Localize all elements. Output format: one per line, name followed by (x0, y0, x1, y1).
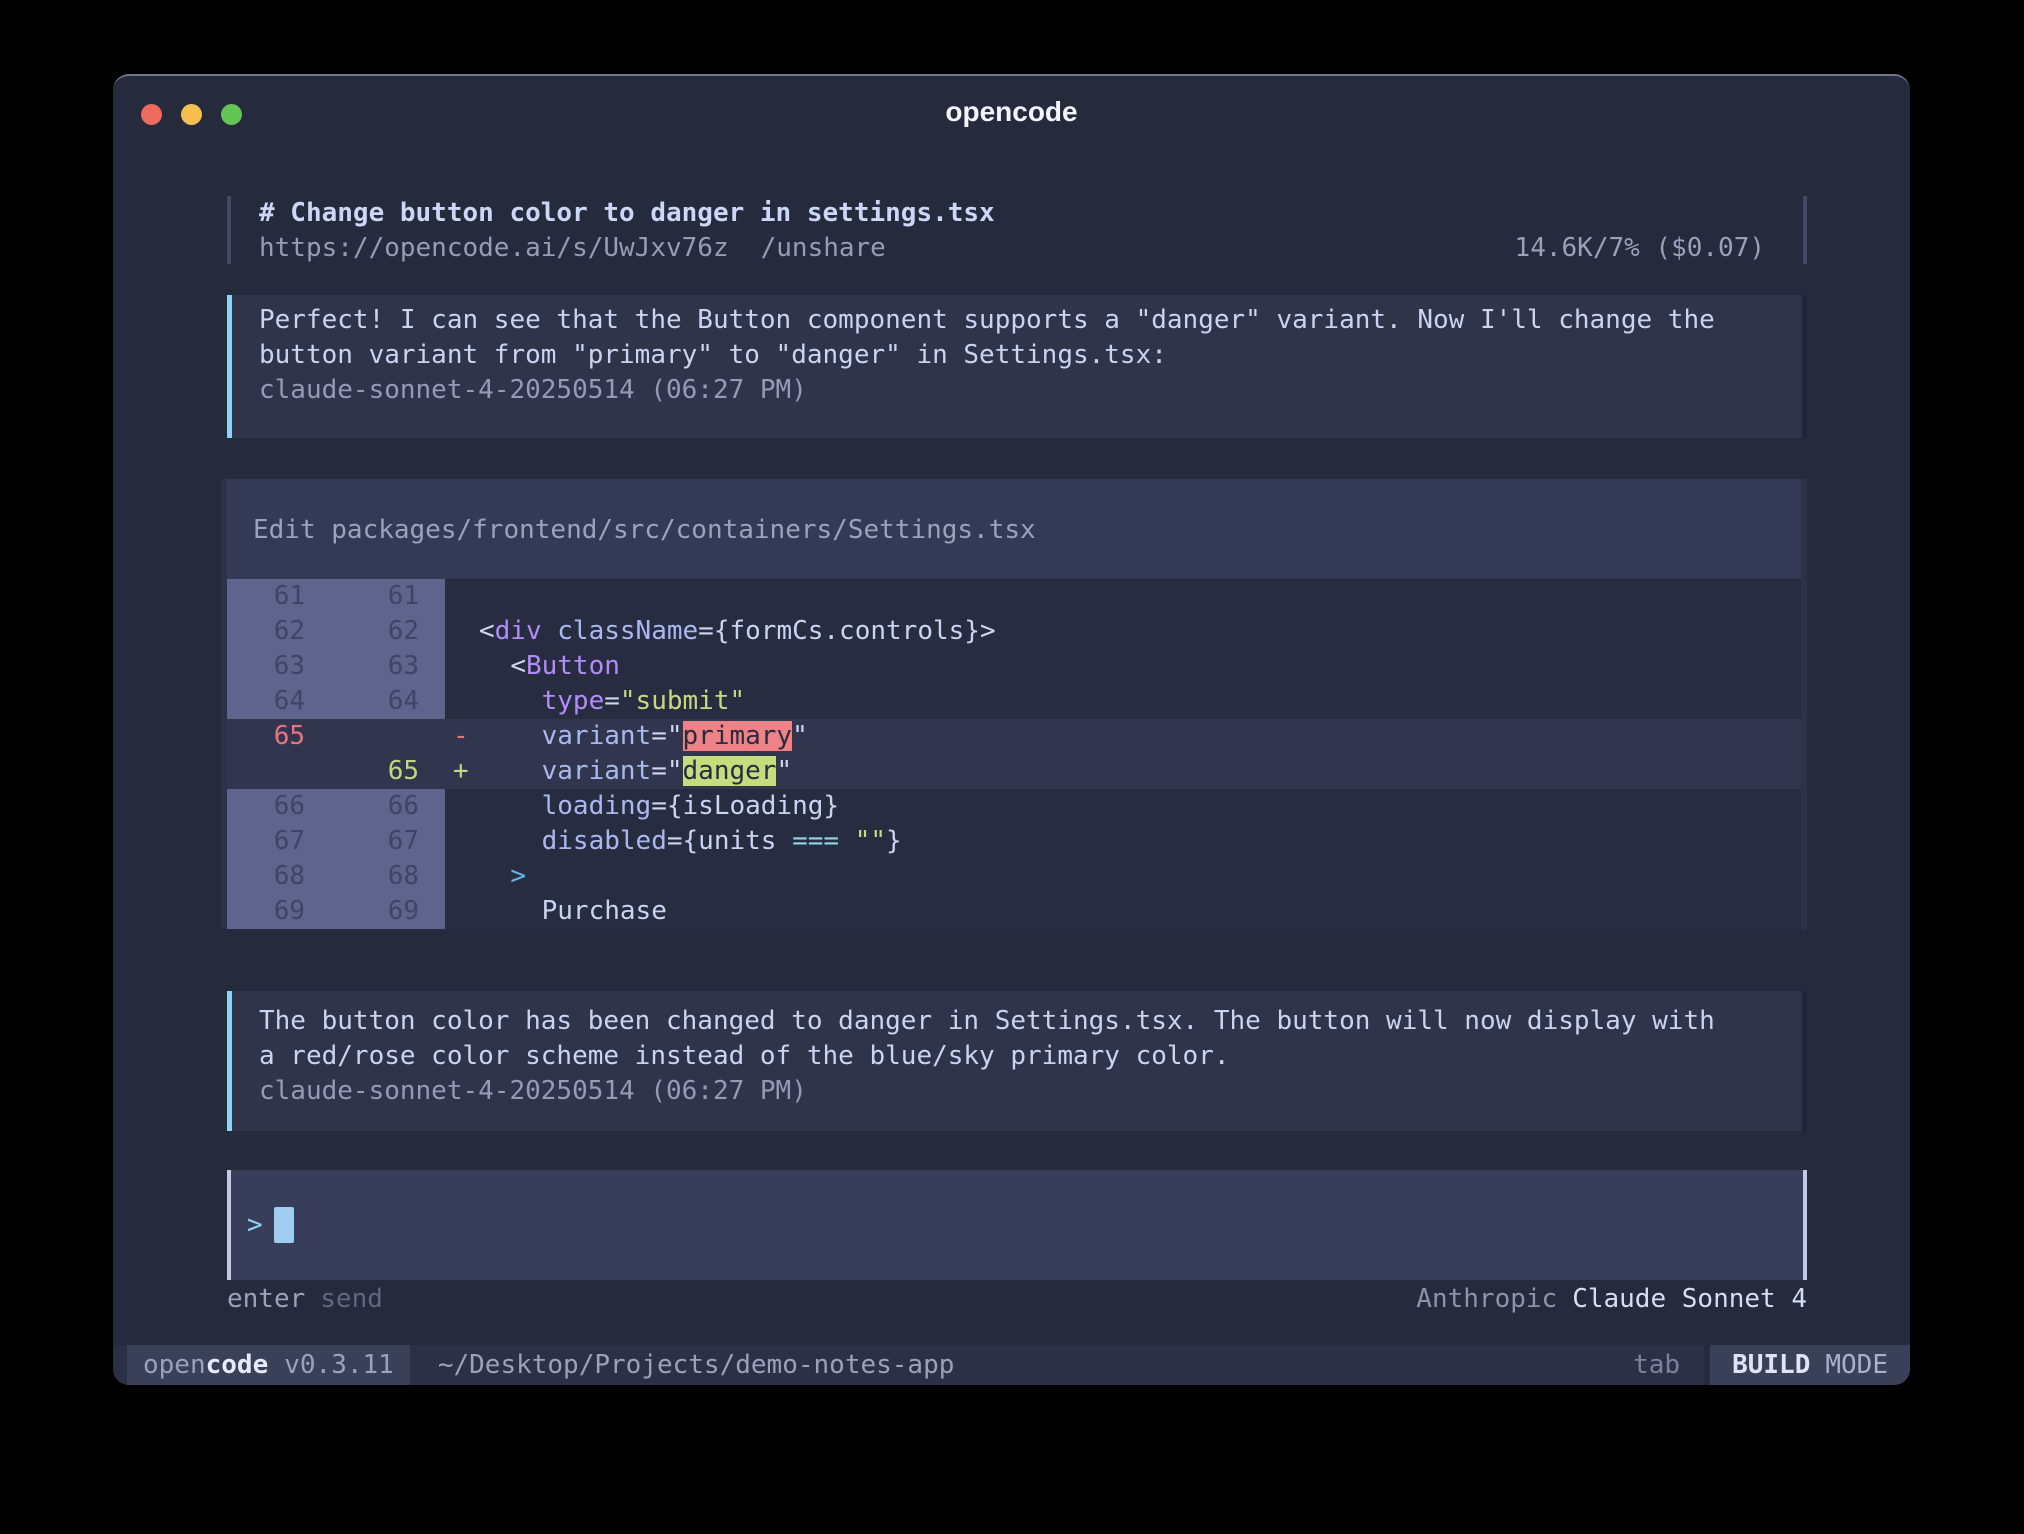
diff-row: 6464 type="submit" (227, 684, 1801, 719)
app-name-open: open (143, 1350, 206, 1380)
opencode-window: opencode # Change button color to danger… (113, 74, 1910, 1385)
diff: 61616262<div className={formCs.controls}… (227, 579, 1801, 929)
tab-key-hint[interactable]: tab (1633, 1345, 1704, 1385)
edit-file-path: Edit packages/frontend/src/containers/Se… (227, 479, 1801, 579)
titlebar: opencode (113, 76, 1910, 140)
edit-tool-block: Edit packages/frontend/src/containers/Se… (221, 479, 1807, 929)
session-right-bar (1803, 196, 1807, 264)
hints-bar: enter send Anthropic Claude Sonnet 4 (227, 1280, 1807, 1318)
message-line: The button color has been changed to dan… (259, 1004, 1802, 1039)
message-line: a red/rose color scheme instead of the b… (259, 1039, 1802, 1074)
mode-name: BUILD (1732, 1350, 1810, 1380)
diff-row: 6262<div className={formCs.controls}> (227, 614, 1801, 649)
send-hint-label: send (320, 1284, 383, 1314)
window-title: opencode (113, 96, 1910, 128)
enter-key-hint: enter (227, 1284, 305, 1314)
diff-row: 6969 Purchase (227, 894, 1801, 929)
app-version-chip: opencode v0.3.11 (127, 1345, 410, 1385)
session-header: # Change button color to danger in setti… (227, 196, 1807, 264)
token-cost-stats: 14.6K/7% ($0.07) (1515, 231, 1803, 266)
diff-row: 6868 > (227, 859, 1801, 894)
assistant-message-2: The button color has been changed to dan… (227, 991, 1807, 1131)
mode-indicator: BUILD MODE (1704, 1345, 1910, 1385)
assistant-message-1: Perfect! I can see that the Button compo… (227, 295, 1807, 438)
session-title: # Change button color to danger in setti… (259, 196, 1803, 231)
prompt-caret-icon: > (247, 1210, 263, 1240)
provider-label: Anthropic (1416, 1284, 1557, 1314)
working-directory: ~/Desktop/Projects/demo-notes-app (438, 1345, 955, 1385)
text-cursor (274, 1207, 294, 1243)
diff-row: 6767 disabled={units === ""} (227, 824, 1801, 859)
unshare-command[interactable]: /unshare (761, 231, 886, 266)
app-version: v0.3.11 (284, 1350, 394, 1380)
diff-row: 65+ variant="danger" (227, 754, 1801, 789)
prompt-input[interactable]: > (227, 1170, 1807, 1280)
model-timestamp: claude-sonnet-4-20250514 (06:27 PM) (259, 373, 1802, 408)
mode-suffix: MODE (1825, 1350, 1888, 1380)
model-timestamp: claude-sonnet-4-20250514 (06:27 PM) (259, 1074, 1802, 1109)
app-name-code: code (206, 1350, 269, 1380)
model-label: Claude Sonnet 4 (1572, 1284, 1807, 1314)
share-url[interactable]: https://opencode.ai/s/UwJxv76z (259, 231, 729, 266)
diff-row: 65- variant="primary" (227, 719, 1801, 754)
diff-row: 6363 <Button (227, 649, 1801, 684)
diff-row: 6161 (227, 579, 1801, 614)
diff-row: 6666 loading={isLoading} (227, 789, 1801, 824)
status-bar: opencode v0.3.11 ~/Desktop/Projects/demo-… (113, 1345, 1910, 1385)
message-line: Perfect! I can see that the Button compo… (259, 303, 1802, 338)
message-line: button variant from "primary" to "danger… (259, 338, 1802, 373)
